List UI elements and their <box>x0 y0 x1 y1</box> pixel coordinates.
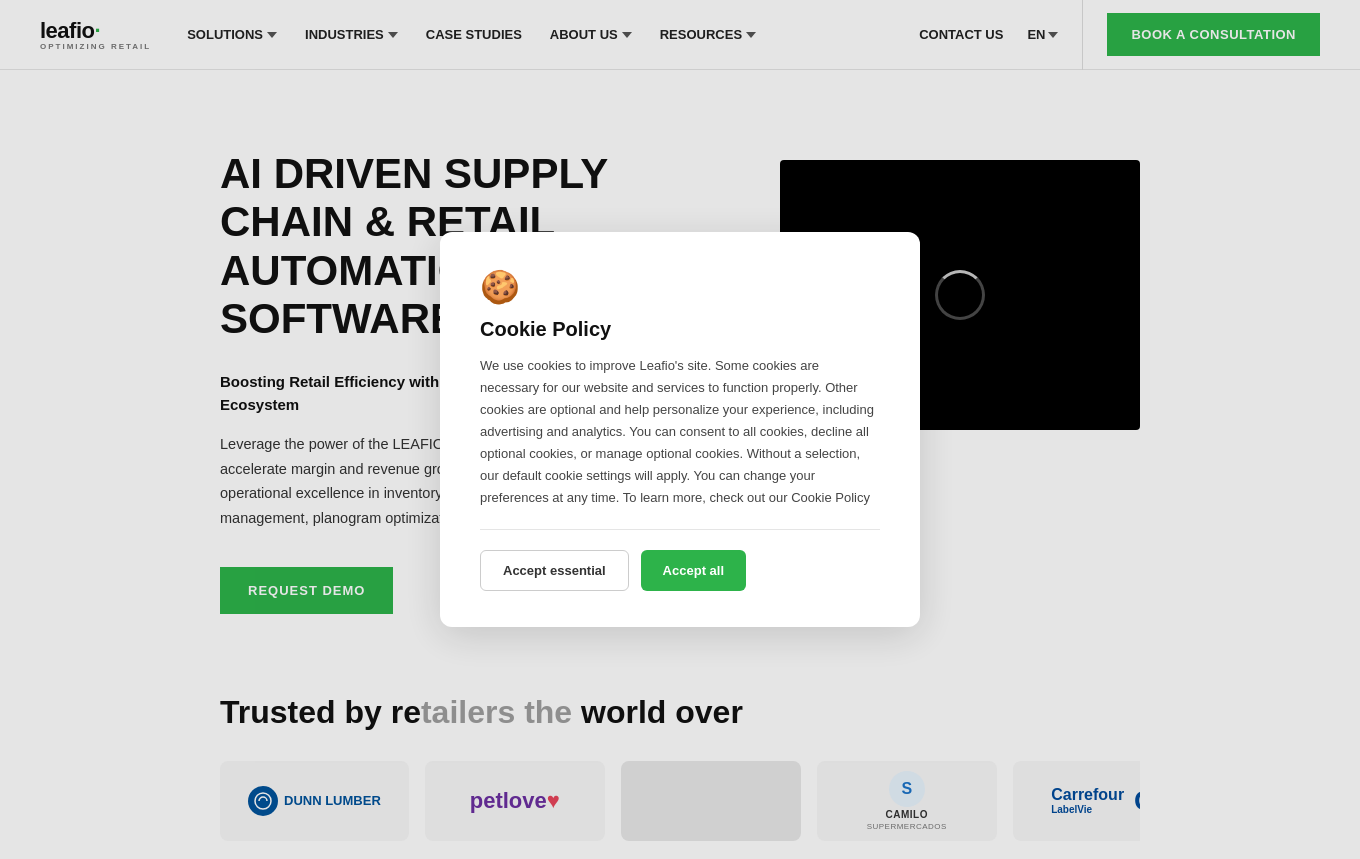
accept-all-button[interactable]: Accept all <box>641 550 746 591</box>
cookie-modal: 🍪 Cookie Policy We use cookies to improv… <box>440 232 920 628</box>
cookie-overlay: 🍪 Cookie Policy We use cookies to improv… <box>0 0 1360 841</box>
cookie-body: We use cookies to improve Leafio's site.… <box>480 355 880 510</box>
cookie-actions: Accept essential Accept all <box>480 550 880 591</box>
cookie-icon: 🍪 <box>480 268 880 306</box>
accept-essential-button[interactable]: Accept essential <box>480 550 629 591</box>
cookie-divider <box>480 529 880 530</box>
cookie-title: Cookie Policy <box>480 318 880 341</box>
